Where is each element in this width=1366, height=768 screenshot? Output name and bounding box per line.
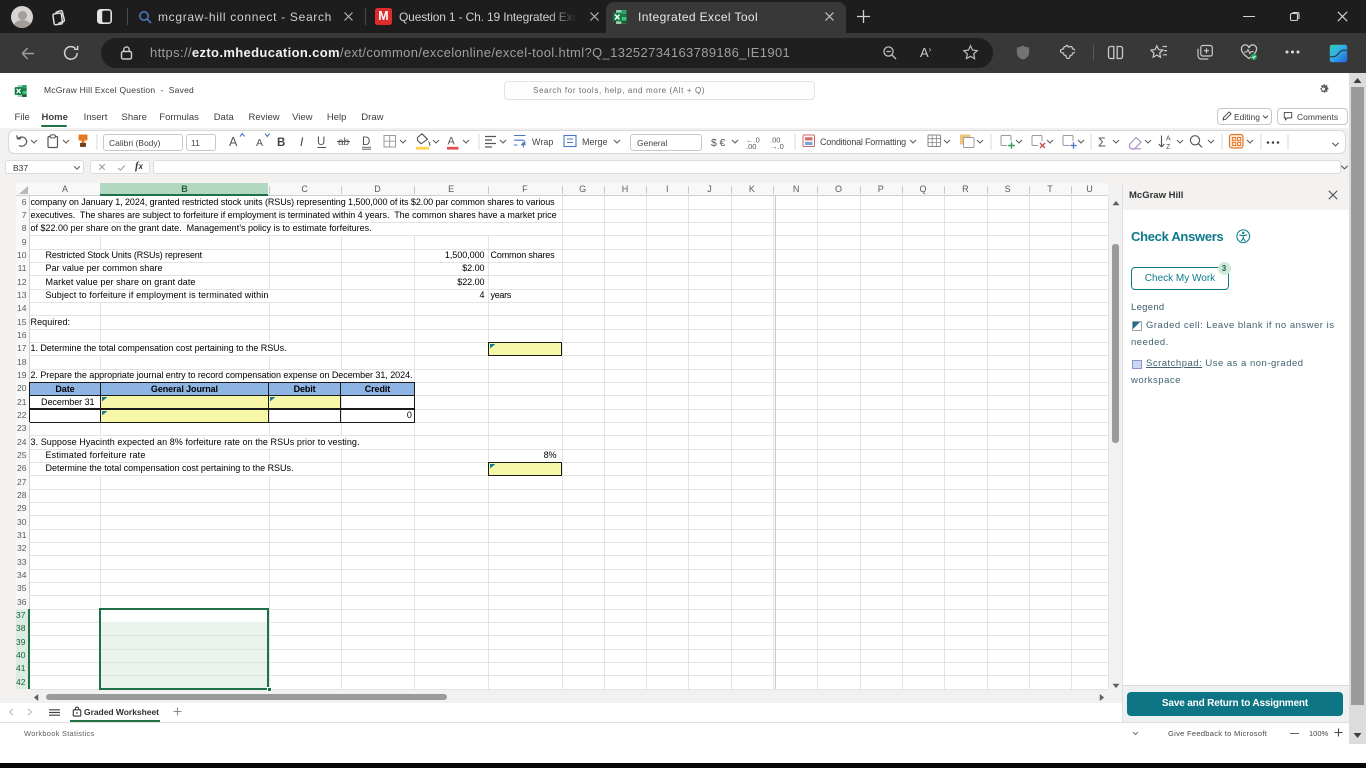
svg-text:A: A	[1166, 136, 1171, 143]
svg-text:B: B	[277, 137, 285, 149]
svg-text:A: A	[448, 136, 456, 148]
svg-text:A: A	[256, 137, 263, 149]
svg-text:ab: ab	[338, 137, 350, 148]
svg-text:D: D	[362, 136, 370, 148]
svg-text:$: $	[711, 137, 717, 149]
svg-text:U: U	[317, 136, 325, 148]
svg-text:€: €	[720, 137, 726, 149]
svg-text:A: A	[229, 135, 238, 149]
svg-text:→.0: →.0	[770, 142, 784, 151]
svg-text:Σ: Σ	[1098, 136, 1106, 150]
svg-text:I: I	[300, 135, 304, 149]
svg-text:Z: Z	[1166, 144, 1171, 151]
svg-text:.00: .00	[746, 142, 756, 151]
